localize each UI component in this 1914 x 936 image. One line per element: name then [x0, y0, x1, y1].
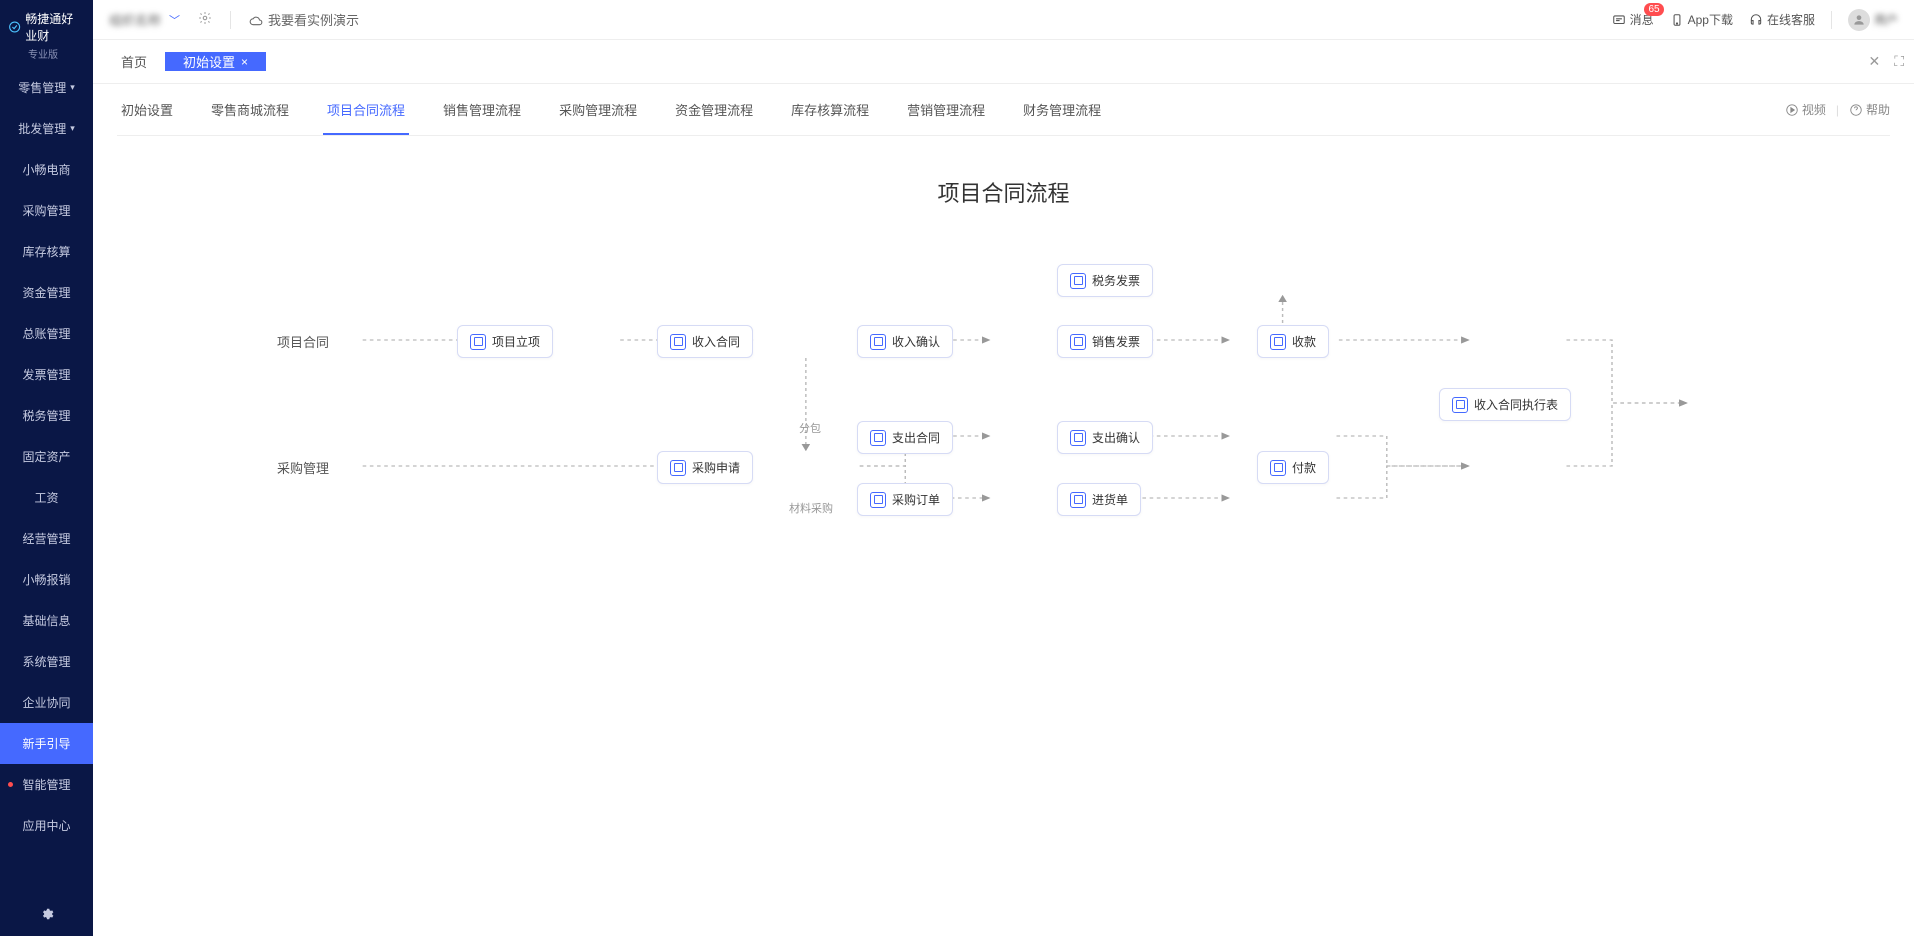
avatar-icon	[1848, 9, 1870, 31]
subtab-3[interactable]: 销售管理流程	[439, 86, 525, 134]
node-payment[interactable]: 付款	[1257, 451, 1329, 484]
brand-edition: 专业版	[28, 46, 85, 61]
doc-icon	[670, 460, 686, 476]
subtab-5[interactable]: 资金管理流程	[671, 86, 757, 134]
video-link[interactable]: 视频	[1785, 101, 1826, 118]
subtab-1[interactable]: 零售商城流程	[207, 86, 293, 134]
sidebar-item-4[interactable]: 库存核算	[0, 231, 93, 272]
sidebar-item-16[interactable]: 新手引导	[0, 723, 93, 764]
section-label-project: 项目合同	[277, 332, 329, 351]
sidebar-item-3[interactable]: 采购管理	[0, 190, 93, 231]
flow-diagram: 项目合同流程	[117, 136, 1890, 736]
sidebar-item-9[interactable]: 固定资产	[0, 436, 93, 477]
node-expense-confirm[interactable]: 支出确认	[1057, 421, 1153, 454]
sidebar-item-12[interactable]: 小畅报销	[0, 559, 93, 600]
brand-area: 畅捷通好业财 专业版	[0, 0, 93, 67]
node-sales-invoice[interactable]: 销售发票	[1057, 325, 1153, 358]
doc-icon	[670, 334, 686, 350]
messages-button[interactable]: 消息 65	[1612, 11, 1654, 28]
sub-tabs: 初始设置零售商城流程项目合同流程销售管理流程采购管理流程资金管理流程库存核算流程…	[117, 84, 1890, 136]
sidebar-nav: 零售管理批发管理小畅电商采购管理库存核算资金管理总账管理发票管理税务管理固定资产…	[0, 67, 93, 895]
org-settings-icon[interactable]	[198, 11, 212, 28]
sidebar-footer	[0, 895, 93, 936]
chevron-down-icon: ﹀	[169, 12, 180, 28]
subtab-6[interactable]: 库存核算流程	[787, 86, 873, 134]
sidebar: 畅捷通好业财 专业版 零售管理批发管理小畅电商采购管理库存核算资金管理总账管理发…	[0, 0, 93, 936]
node-income-confirm[interactable]: 收入确认	[857, 325, 953, 358]
doc-icon	[1270, 460, 1286, 476]
doc-icon	[1070, 430, 1086, 446]
node-income-exec[interactable]: 收入合同执行表	[1439, 388, 1571, 421]
tab-0[interactable]: 首页	[103, 52, 165, 71]
node-purchase-req[interactable]: 采购申请	[657, 451, 753, 484]
phone-icon	[1670, 13, 1684, 27]
sidebar-item-0[interactable]: 零售管理	[0, 67, 93, 108]
subtab-0[interactable]: 初始设置	[117, 86, 177, 134]
tabs-bar: 首页初始设置× ✕ ⛶	[93, 40, 1914, 84]
sidebar-item-8[interactable]: 税务管理	[0, 395, 93, 436]
sidebar-item-15[interactable]: 企业协同	[0, 682, 93, 723]
sidebar-item-14[interactable]: 系统管理	[0, 641, 93, 682]
main-area: 组织名称 ﹀ 我要看实例演示 消息 65 App下载	[93, 0, 1914, 936]
content: 初始设置零售商城流程项目合同流程销售管理流程采购管理流程资金管理流程库存核算流程…	[93, 84, 1914, 936]
edge-label-sub: 分包	[799, 420, 821, 436]
sidebar-item-17[interactable]: 智能管理	[0, 764, 93, 805]
sidebar-item-10[interactable]: 工资	[0, 477, 93, 518]
edge-label-material: 材料采购	[789, 500, 833, 516]
sidebar-item-18[interactable]: 应用中心	[0, 805, 93, 846]
subtab-7[interactable]: 营销管理流程	[903, 86, 989, 134]
sidebar-item-5[interactable]: 资金管理	[0, 272, 93, 313]
subtab-4[interactable]: 采购管理流程	[555, 86, 641, 134]
brand-name: 畅捷通好业财	[25, 10, 85, 44]
section-label-purchase: 采购管理	[277, 458, 329, 477]
node-purchase-order[interactable]: 采购订单	[857, 483, 953, 516]
sidebar-item-11[interactable]: 经营管理	[0, 518, 93, 559]
doc-icon	[1070, 334, 1086, 350]
doc-icon	[1270, 334, 1286, 350]
support-button[interactable]: 在线客服	[1749, 11, 1815, 28]
doc-icon	[1452, 397, 1468, 413]
doc-icon	[870, 492, 886, 508]
play-icon	[1785, 103, 1799, 117]
subtab-2[interactable]: 项目合同流程	[323, 86, 409, 135]
node-tax-invoice[interactable]: 税务发票	[1057, 264, 1153, 297]
sidebar-item-6[interactable]: 总账管理	[0, 313, 93, 354]
doc-icon	[470, 334, 486, 350]
headset-icon	[1749, 13, 1763, 27]
node-goods-receipt[interactable]: 进货单	[1057, 483, 1141, 516]
close-icon[interactable]: ×	[241, 55, 248, 69]
help-link[interactable]: 帮助	[1849, 101, 1890, 118]
brand-logo-icon	[8, 19, 21, 35]
node-receipt[interactable]: 收款	[1257, 325, 1329, 358]
flow-title: 项目合同流程	[177, 176, 1830, 208]
settings-gear-icon[interactable]	[40, 909, 54, 924]
node-income-contract[interactable]: 收入合同	[657, 325, 753, 358]
fullscreen-icon[interactable]: ⛶	[1894, 53, 1904, 70]
node-project-setup[interactable]: 项目立项	[457, 325, 553, 358]
user-menu[interactable]: 用户	[1848, 9, 1898, 31]
close-all-tabs-icon[interactable]: ✕	[1868, 53, 1880, 70]
sidebar-item-13[interactable]: 基础信息	[0, 600, 93, 641]
org-selector[interactable]: 组织名称 ﹀	[109, 10, 180, 29]
doc-icon	[1070, 273, 1086, 289]
message-badge: 65	[1644, 3, 1663, 16]
node-expense-contract[interactable]: 支出合同	[857, 421, 953, 454]
demo-link[interactable]: 我要看实例演示	[249, 10, 359, 29]
help-icon	[1849, 103, 1863, 117]
doc-icon	[870, 334, 886, 350]
doc-icon	[1070, 492, 1086, 508]
download-button[interactable]: App下载	[1670, 11, 1733, 28]
subtab-8[interactable]: 财务管理流程	[1019, 86, 1105, 134]
tab-1[interactable]: 初始设置×	[165, 52, 266, 71]
topbar: 组织名称 ﹀ 我要看实例演示 消息 65 App下载	[93, 0, 1914, 40]
sidebar-item-1[interactable]: 批发管理	[0, 108, 93, 149]
sidebar-item-7[interactable]: 发票管理	[0, 354, 93, 395]
sidebar-item-2[interactable]: 小畅电商	[0, 149, 93, 190]
cloud-icon	[249, 13, 263, 27]
doc-icon	[870, 430, 886, 446]
message-icon	[1612, 13, 1626, 27]
